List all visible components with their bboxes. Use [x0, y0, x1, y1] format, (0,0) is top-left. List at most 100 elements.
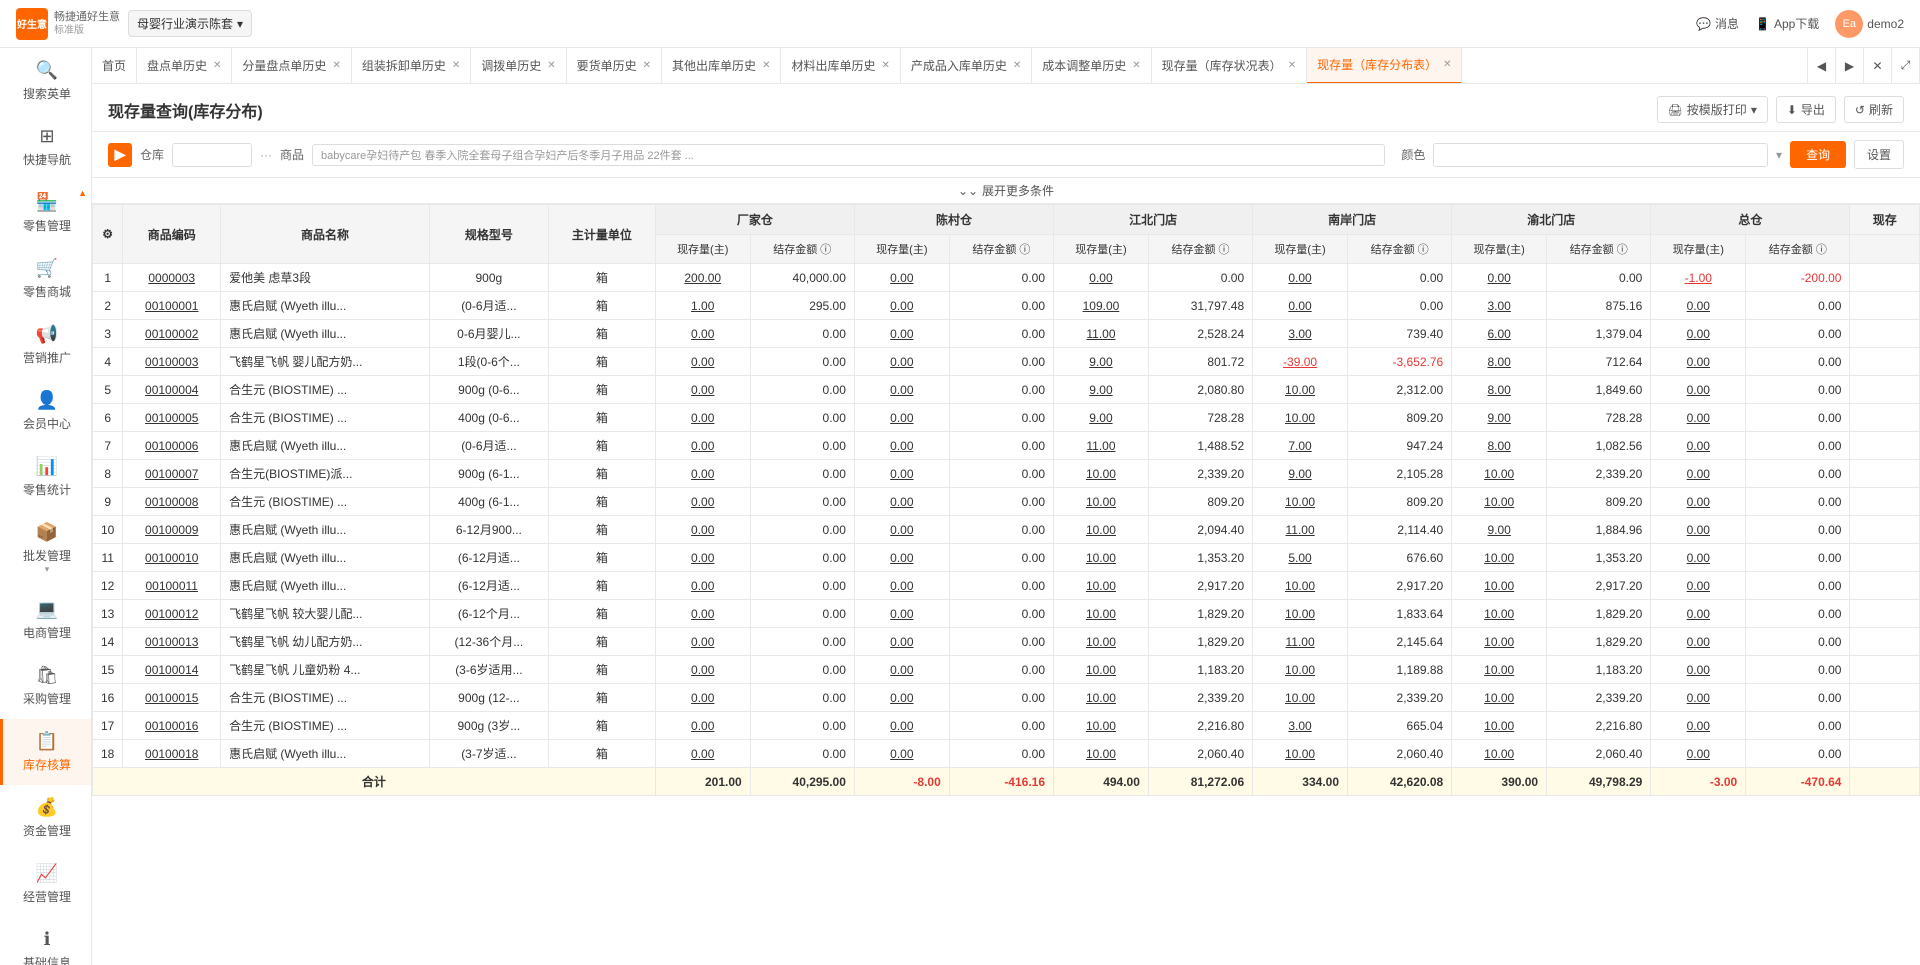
message-btn[interactable]: 💬 消息 [1696, 15, 1739, 32]
sidebar-item-retail-stats[interactable]: 📊 零售统计 [0, 444, 91, 510]
wholesale-icon: 📦 [36, 522, 58, 543]
table-row: 5 00100004 合生元 (BIOSTIME) ... 900g (0-6.… [93, 376, 1920, 404]
product-code-cell[interactable]: 00100001 [123, 292, 221, 320]
sidebar-item-basic-info[interactable]: ℹ 基础信息 [0, 917, 91, 965]
product-code-cell[interactable]: 0000003 [123, 264, 221, 292]
product-code-cell[interactable]: 00100012 [123, 600, 221, 628]
search-btn[interactable]: 查询 [1790, 141, 1846, 168]
refresh-btn[interactable]: ↺ 刷新 [1844, 96, 1904, 123]
tab-prev-btn[interactable]: ◀ [1808, 48, 1836, 84]
chevron-down-icon2: ⌄⌄ [958, 184, 978, 198]
sidebar-item-retail-mgmt[interactable]: 🏪 零售管理 ▲ [0, 180, 91, 246]
setting-btn[interactable]: 设置 [1854, 140, 1904, 169]
page-header: 现存量查询(库存分布) 🖨 按模版打印 ▾ ⬇ 导出 ↺ 刷新 [92, 84, 1920, 132]
table-row: 7 00100006 惠氏启赋 (Wyeth illu... (0-6月适...… [93, 432, 1920, 460]
sidebar-item-inventory[interactable]: 📋 库存核算 [0, 719, 91, 785]
product-code-cell[interactable]: 00100009 [123, 516, 221, 544]
tab-close-6[interactable]: ✕ [762, 60, 770, 71]
tab-material-out[interactable]: 材料出库单历史 ✕ [781, 48, 900, 84]
product-code-cell[interactable]: 00100018 [123, 740, 221, 768]
tab-close-3[interactable]: ✕ [452, 60, 460, 71]
product-code-cell[interactable]: 00100010 [123, 544, 221, 572]
industry-selector[interactable]: 母婴行业演示陈套 ▾ [128, 10, 252, 37]
print-btn[interactable]: 🖨 按模版打印 ▾ [1657, 96, 1768, 123]
color-input[interactable] [1433, 143, 1768, 167]
product-code-cell[interactable]: 00100014 [123, 656, 221, 684]
logo-icon: 好生意 [16, 8, 48, 40]
tab-requisition[interactable]: 要货单历史 ✕ [567, 48, 662, 84]
sidebar-item-member[interactable]: 👤 会员中心 [0, 378, 91, 444]
table-container[interactable]: ⚙ 商品编码 商品名称 规格型号 主计量单位 厂家仓 陈村仓 江北门店 南岸门店… [92, 204, 1920, 965]
tab-close-11[interactable]: ✕ [1443, 59, 1451, 70]
stats-icon: 📊 [36, 456, 58, 477]
tab-close-7[interactable]: ✕ [881, 60, 889, 71]
sidebar-item-marketing[interactable]: 📢 营销推广 [0, 312, 91, 378]
tab-nav-btns: ◀ ▶ ✕ ⤢ [1807, 48, 1920, 84]
th-extra-sub [1850, 235, 1920, 264]
app-download-btn[interactable]: 📱 App下载 [1755, 15, 1819, 32]
user-profile[interactable]: Ea demo2 [1835, 10, 1904, 38]
sidebar-item-ecommerce[interactable]: 💻 电商管理 [0, 587, 91, 653]
tab-expand-btn[interactable]: ⤢ [1892, 48, 1920, 84]
tab-close-2[interactable]: ✕ [332, 60, 340, 71]
table-row: 13 00100012 飞鹤星飞帆 较大婴儿配... (6-12个月... 箱 … [93, 600, 1920, 628]
tab-home[interactable]: 首页 [92, 48, 137, 84]
sidebar-item-search[interactable]: 🔍 搜索英单 [0, 48, 91, 114]
tab-close-10[interactable]: ✕ [1288, 60, 1296, 71]
table-row: 16 00100015 合生元 (BIOSTIME) ... 900g (12-… [93, 684, 1920, 712]
product-input[interactable] [312, 144, 1385, 166]
product-code-cell[interactable]: 00100002 [123, 320, 221, 348]
filter-expand-btn[interactable]: ▶ [108, 143, 132, 167]
product-code-cell[interactable]: 00100007 [123, 460, 221, 488]
product-code-cell[interactable]: 00100008 [123, 488, 221, 516]
warehouse-input[interactable] [172, 143, 252, 167]
product-name-cell: 惠氏启赋 (Wyeth illu... [221, 572, 430, 600]
product-code-cell[interactable]: 00100011 [123, 572, 221, 600]
chevron-down-icon: ▾ [237, 17, 243, 31]
sidebar-item-retail-mall[interactable]: 🛒 零售商城 [0, 246, 91, 312]
th-unit: 主计量单位 [548, 205, 655, 264]
tab-cost-adjust[interactable]: 成本调整单历史 ✕ [1032, 48, 1151, 84]
sidebar-item-nav[interactable]: ⊞ 快捷导航 [0, 114, 91, 180]
tab-close-all-btn[interactable]: ✕ [1864, 48, 1892, 84]
product-name-cell: 惠氏启赋 (Wyeth illu... [221, 432, 430, 460]
table-row: 14 00100013 飞鹤星飞帆 幼儿配方奶... (12-36个月... 箱… [93, 628, 1920, 656]
product-label: 商品 [280, 146, 304, 163]
tab-close-5[interactable]: ✕ [643, 60, 651, 71]
top-bar-left: 好生意 畅捷通好生意 标准版 母婴行业演示陈套 ▾ [16, 8, 252, 40]
tab-stock-distribution[interactable]: 现存量（库存分布表） ✕ [1307, 48, 1462, 84]
tab-partial-check[interactable]: 分量盘点单历史 ✕ [232, 48, 351, 84]
table-row: 6 00100005 合生元 (BIOSTIME) ... 400g (0-6.… [93, 404, 1920, 432]
tab-next-btn[interactable]: ▶ [1836, 48, 1864, 84]
operations-icon: 📈 [36, 863, 58, 884]
product-code-cell[interactable]: 00100013 [123, 628, 221, 656]
sidebar-item-operations[interactable]: 📈 经营管理 [0, 851, 91, 917]
product-code-cell[interactable]: 00100015 [123, 684, 221, 712]
finance-icon: 💰 [36, 797, 58, 818]
product-name-cell: 惠氏启赋 (Wyeth illu... [221, 292, 430, 320]
sidebar-item-purchase[interactable]: 🛍 采购管理 [0, 653, 91, 719]
tab-close-4[interactable]: ✕ [547, 60, 555, 71]
tab-other-out[interactable]: 其他出库单历史 ✕ [662, 48, 781, 84]
product-code-cell[interactable]: 00100004 [123, 376, 221, 404]
tab-inventory-check[interactable]: 盘点单历史 ✕ [137, 48, 232, 84]
tab-product-in[interactable]: 产成品入库单历史 ✕ [901, 48, 1032, 84]
tab-assembly[interactable]: 组装拆卸单历史 ✕ [352, 48, 471, 84]
table-row: 11 00100010 惠氏启赋 (Wyeth illu... (6-12月适.… [93, 544, 1920, 572]
sidebar-item-wholesale[interactable]: 📦 批发管理 ▾ [0, 510, 91, 587]
table-row: 18 00100018 惠氏启赋 (Wyeth illu... (3-7岁适..… [93, 740, 1920, 768]
tab-close-9[interactable]: ✕ [1132, 60, 1140, 71]
product-code-cell[interactable]: 00100005 [123, 404, 221, 432]
tab-close-1[interactable]: ✕ [213, 60, 221, 71]
product-code-cell[interactable]: 00100003 [123, 348, 221, 376]
export-btn[interactable]: ⬇ 导出 [1776, 96, 1836, 123]
filter-expand-more[interactable]: ⌄⌄ 展开更多条件 [92, 178, 1920, 204]
table-row: 1 0000003 爱他美 虑草3段 900g 箱 200.00 40,000.… [93, 264, 1920, 292]
tab-close-8[interactable]: ✕ [1013, 60, 1021, 71]
product-code-cell[interactable]: 00100016 [123, 712, 221, 740]
sidebar-item-finance[interactable]: 💰 资金管理 [0, 785, 91, 851]
tab-transfer[interactable]: 调拨单历史 ✕ [471, 48, 566, 84]
tab-stock-status[interactable]: 现存量（库存状况表） ✕ [1152, 48, 1307, 84]
th-jiangbei: 江北门店 [1054, 205, 1253, 235]
product-code-cell[interactable]: 00100006 [123, 432, 221, 460]
